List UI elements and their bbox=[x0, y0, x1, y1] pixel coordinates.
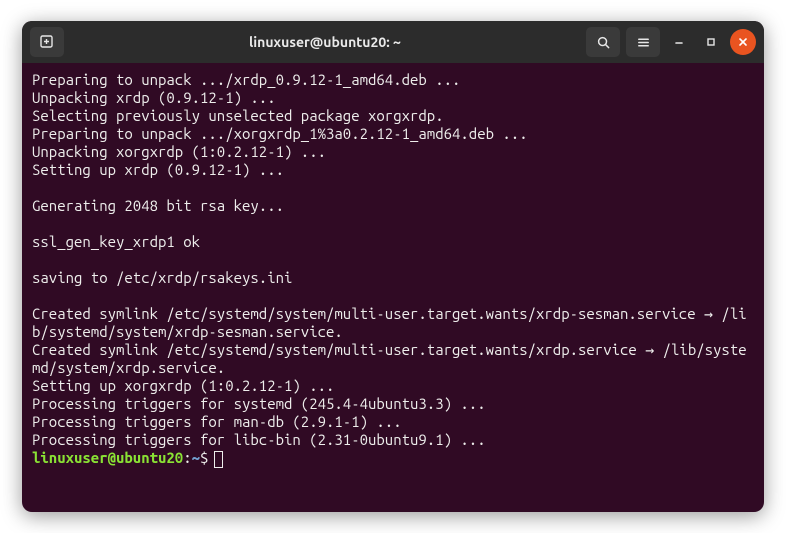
prompt-line: linuxuser@ubuntu20:~$ bbox=[32, 449, 754, 467]
output-line: Created symlink /etc/systemd/system/mult… bbox=[32, 341, 754, 377]
window-title: linuxuser@ubuntu20: ~ bbox=[72, 34, 578, 50]
output-line: saving to /etc/xrdp/rsakeys.ini bbox=[32, 269, 754, 287]
hamburger-icon bbox=[636, 35, 651, 50]
output-line bbox=[32, 215, 754, 233]
output-line: Generating 2048 bit rsa key... bbox=[32, 197, 754, 215]
output-line: Processing triggers for man-db (2.9.1-1)… bbox=[32, 413, 754, 431]
output-line: Processing triggers for libc-bin (2.31-0… bbox=[32, 431, 754, 449]
output-line: Processing triggers for systemd (245.4-4… bbox=[32, 395, 754, 413]
new-tab-icon bbox=[39, 34, 55, 50]
menu-button[interactable] bbox=[626, 27, 660, 57]
minimize-icon bbox=[673, 36, 685, 48]
prompt-user: linuxuser@ubuntu20 bbox=[32, 449, 183, 467]
output-line: Unpacking xrdp (0.9.12-1) ... bbox=[32, 89, 754, 107]
output-line: Created symlink /etc/systemd/system/mult… bbox=[32, 305, 754, 341]
titlebar-right-controls bbox=[586, 27, 756, 57]
prompt-colon: : bbox=[183, 449, 191, 467]
output-line bbox=[32, 287, 754, 305]
maximize-button[interactable] bbox=[698, 29, 724, 55]
output-line: Preparing to unpack .../xorgxrdp_1%3a0.2… bbox=[32, 125, 754, 143]
close-icon bbox=[737, 36, 749, 48]
output-line: Setting up xorgxrdp (1:0.2.12-1) ... bbox=[32, 377, 754, 395]
output-line bbox=[32, 251, 754, 269]
output-line bbox=[32, 179, 754, 197]
prompt-dollar: $ bbox=[200, 449, 208, 467]
maximize-icon bbox=[705, 36, 717, 48]
close-button[interactable] bbox=[730, 29, 756, 55]
new-tab-button[interactable] bbox=[30, 27, 64, 57]
search-icon bbox=[596, 35, 611, 50]
terminal-window: linuxuser@ubuntu20: ~ bbox=[22, 21, 764, 512]
output-line: Preparing to unpack .../xrdp_0.9.12-1_am… bbox=[32, 71, 754, 89]
output-line: Selecting previously unselected package … bbox=[32, 107, 754, 125]
minimize-button[interactable] bbox=[666, 29, 692, 55]
output-line: Unpacking xorgxrdp (1:0.2.12-1) ... bbox=[32, 143, 754, 161]
terminal-body[interactable]: Preparing to unpack .../xrdp_0.9.12-1_am… bbox=[22, 63, 764, 512]
cursor bbox=[214, 451, 223, 468]
titlebar: linuxuser@ubuntu20: ~ bbox=[22, 21, 764, 63]
output-line: ssl_gen_key_xrdp1 ok bbox=[32, 233, 754, 251]
terminal-output: Preparing to unpack .../xrdp_0.9.12-1_am… bbox=[32, 71, 754, 449]
prompt-path: ~ bbox=[192, 449, 200, 467]
search-button[interactable] bbox=[586, 27, 620, 57]
output-line: Setting up xrdp (0.9.12-1) ... bbox=[32, 161, 754, 179]
